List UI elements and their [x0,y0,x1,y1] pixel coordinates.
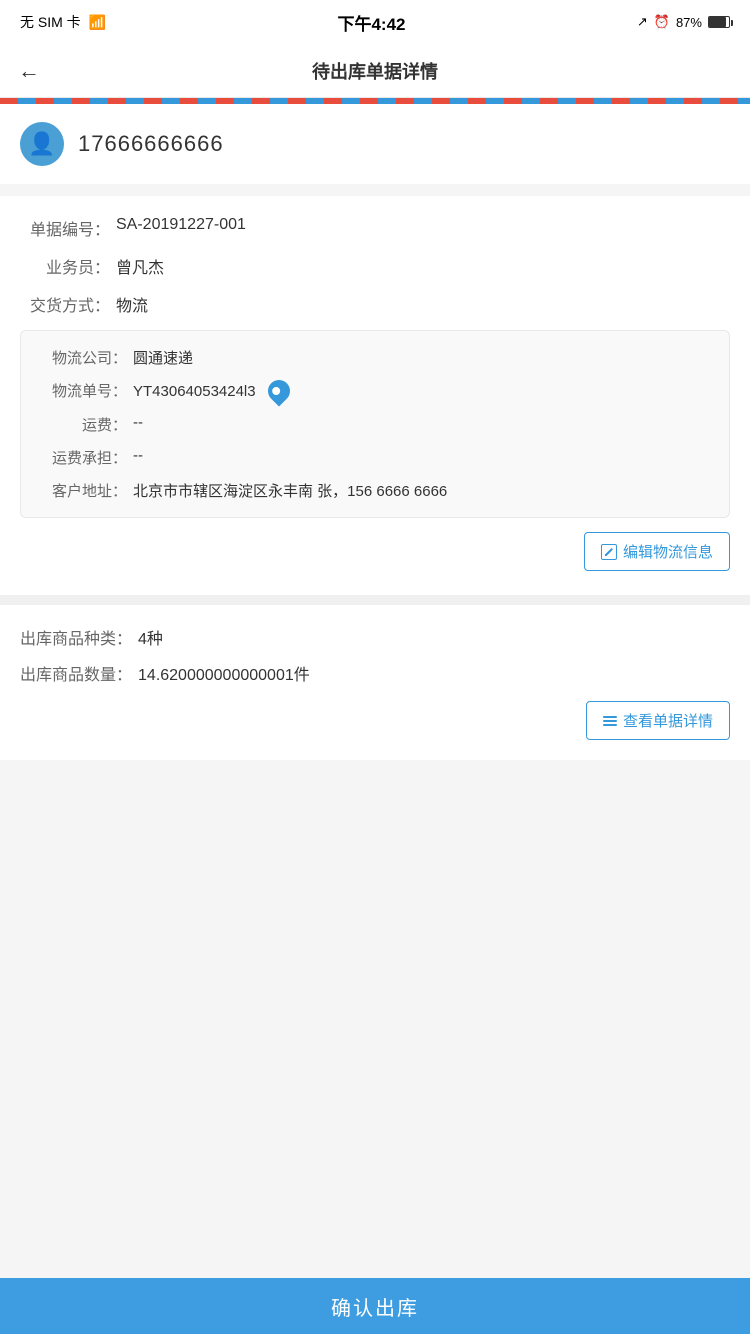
freight-bearer-value: -- [133,447,713,464]
address-row: 客户地址： 北京市市辖区海淀区永丰南 张，156 6666 6666 [37,480,713,501]
sim-status: 无 SIM 卡 [20,12,81,32]
address-label: 客户地址： [37,480,127,501]
logistics-company-value: 圆通速递 [133,347,713,368]
goods-quantity-value: 14.620000000000001件 [138,661,310,685]
wifi-icon: 📶 [89,14,106,31]
avatar: 👤 [20,122,64,166]
confirm-btn-label: 确认出库 [331,1292,419,1321]
order-no-label: 单据编号： [20,216,110,240]
logistics-card: 物流公司： 圆通速递 物流单号： YT43064053424l3 运费： -- … [20,330,730,518]
view-details-button[interactable]: 查看单据详情 [586,701,730,740]
customer-section: 👤 17666666666 [0,104,750,184]
logistics-tracking-label: 物流单号： [37,380,127,401]
goods-types-value: 4种 [138,625,163,649]
order-no-row: 单据编号： SA-20191227-001 [20,216,730,240]
logistics-company-label: 物流公司： [37,347,127,368]
order-no-value: SA-20191227-001 [116,216,730,234]
goods-section: 出库商品种类： 4种 出库商品数量： 14.620000000000001件 查… [0,605,750,760]
edit-btn-wrap: 编辑物流信息 [20,532,730,575]
delivery-row: 交货方式： 物流 [20,292,730,316]
back-button[interactable]: ← [18,58,40,84]
nav-bar: ← 待出库单据详情 [0,44,750,98]
logistics-company-row: 物流公司： 圆通速递 [37,347,713,368]
freight-bearer-label: 运费承担： [37,447,127,468]
delivery-value: 物流 [116,292,730,316]
avatar-icon: 👤 [28,131,55,157]
goods-quantity-row: 出库商品数量： 14.620000000000001件 [20,661,730,685]
edit-logistics-button[interactable]: 编辑物流信息 [584,532,730,571]
alarm-icon: ⏰ [654,14,670,30]
view-btn-wrap: 查看单据详情 [20,701,730,740]
location-icon[interactable] [263,375,294,406]
goods-quantity-label: 出库商品数量： [20,661,132,685]
status-bar: 无 SIM 卡 📶 下午4:42 ↗ ⏰ 87% [0,0,750,44]
status-time: 下午4:42 [337,10,405,35]
section-divider [0,595,750,605]
freight-label: 运费： [37,414,127,435]
location-service-icon: ↗ [637,14,648,30]
edit-icon [601,544,617,560]
goods-types-row: 出库商品种类： 4种 [20,625,730,649]
address-value: 北京市市辖区海淀区永丰南 张，156 6666 6666 [133,480,713,501]
status-right: ↗ ⏰ 87% [637,14,730,30]
customer-phone: 17666666666 [78,131,224,157]
page-title: 待出库单据详情 [312,58,438,84]
confirm-outbound-button[interactable]: 确认出库 [0,1278,750,1334]
view-details-label: 查看单据详情 [623,710,713,731]
logistics-tracking-row: 物流单号： YT43064053424l3 [37,380,713,402]
order-info-section: 单据编号： SA-20191227-001 业务员： 曾凡杰 交货方式： 物流 … [0,196,750,595]
battery-text: 87% [676,15,702,30]
goods-types-label: 出库商品种类： [20,625,132,649]
edit-logistics-label: 编辑物流信息 [623,541,713,562]
battery-indicator [708,16,730,28]
logistics-tracking-value: YT43064053424l3 [133,380,713,402]
delivery-label: 交货方式： [20,292,110,316]
salesperson-value: 曾凡杰 [116,254,730,278]
freight-row: 运费： -- [37,414,713,435]
salesperson-row: 业务员： 曾凡杰 [20,254,730,278]
salesperson-label: 业务员： [20,254,110,278]
list-icon [603,716,617,726]
status-left: 无 SIM 卡 📶 [20,12,106,32]
freight-value: -- [133,414,713,431]
bottom-area: 确认出库 [0,1278,750,1334]
freight-bearer-row: 运费承担： -- [37,447,713,468]
